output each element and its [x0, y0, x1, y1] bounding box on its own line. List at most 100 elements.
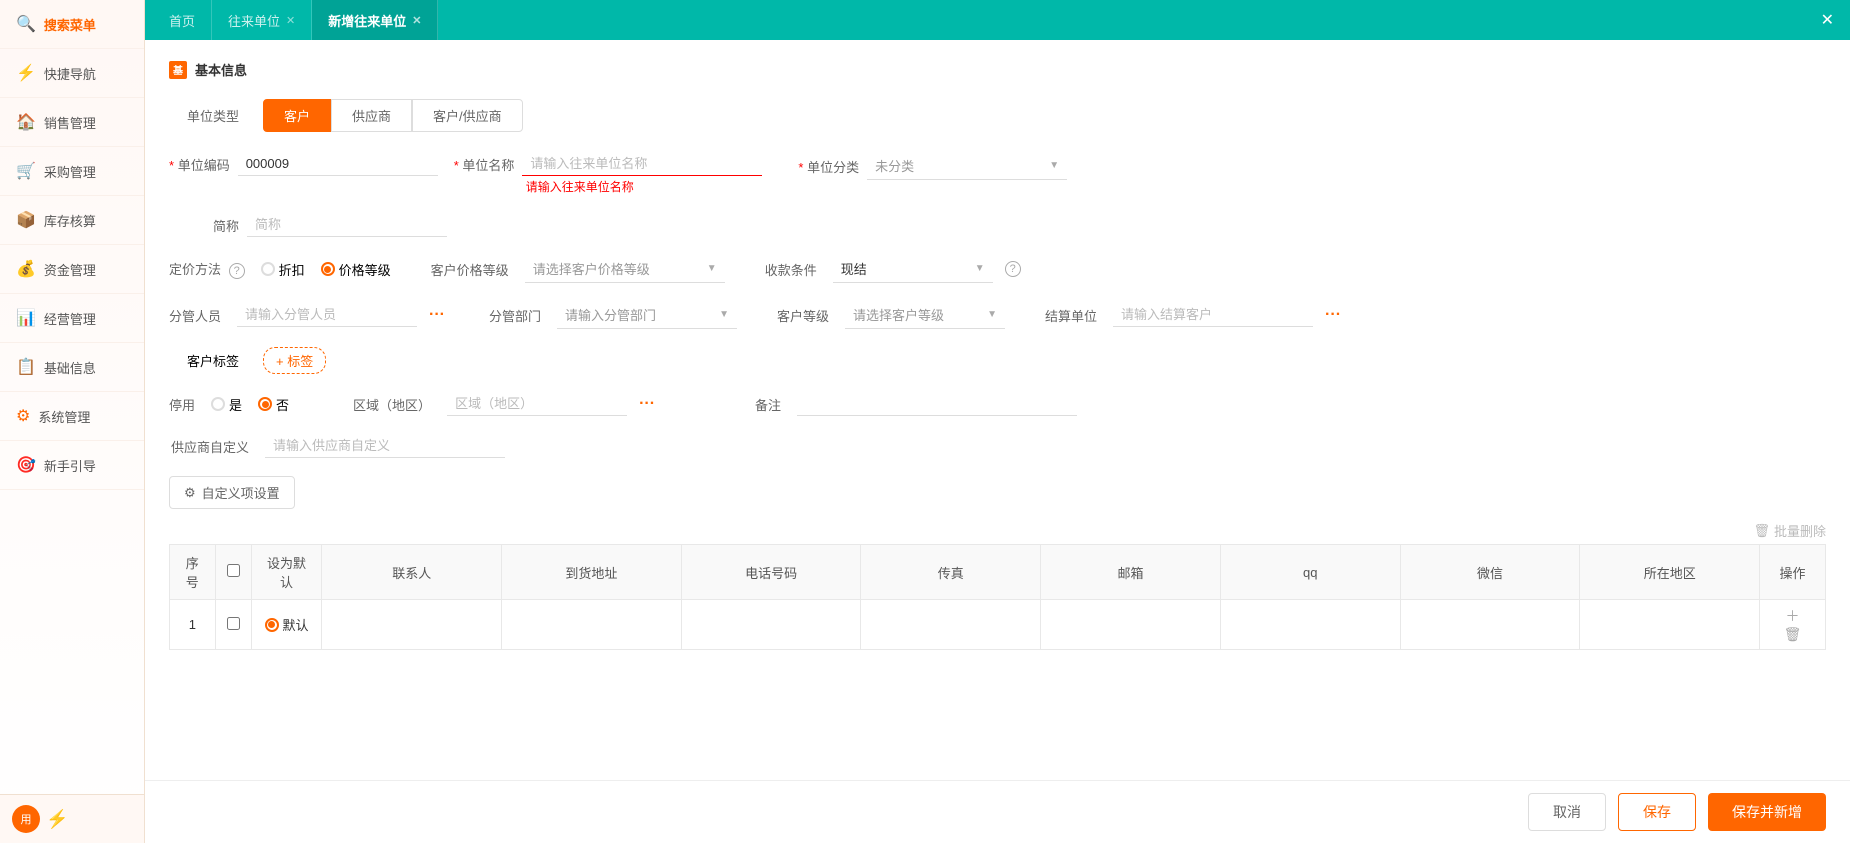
sidebar-item-operations[interactable]: 📊 经营管理	[0, 294, 144, 343]
payment-terms-select[interactable]: 现结 ▼	[833, 255, 993, 283]
sidebar-footer: 用 ⚡	[0, 794, 144, 843]
row-email[interactable]	[1041, 600, 1221, 650]
pricing-level-radio[interactable]: 价格等级	[321, 260, 391, 279]
save-button[interactable]: 保存	[1618, 793, 1696, 831]
add-row-icon[interactable]: ＋	[1786, 608, 1800, 624]
sidebar-item-system[interactable]: ⚙ 系统管理	[0, 392, 144, 441]
row-default-radio[interactable]: 默认	[262, 615, 312, 634]
customer-price-level-select[interactable]: 请选择客户价格等级 ▼	[525, 255, 725, 283]
add-tag-button[interactable]: + 标签	[263, 347, 326, 374]
section-header: 基 基本信息	[169, 60, 1826, 79]
row-default[interactable]: 默认	[251, 600, 322, 650]
disabled-label: 停用	[169, 395, 195, 414]
newbie-icon: 🎯	[16, 455, 36, 475]
pricing-discount-label: 折扣	[279, 260, 305, 279]
sidebar-item-label: 快捷导航	[44, 64, 96, 83]
unit-category-label: * 单位分类	[798, 157, 859, 176]
col-address: 到货地址	[502, 545, 682, 600]
col-default: 设为默认	[251, 545, 322, 600]
wechat-input[interactable]	[1411, 617, 1570, 632]
row-fax[interactable]	[861, 600, 1041, 650]
tab-new-partner[interactable]: 新增往来单位 ✕	[312, 0, 438, 40]
notes-label: 备注	[755, 395, 781, 414]
unit-type-both-btn[interactable]: 客户/供应商	[412, 99, 523, 132]
table-section: 🗑 批量删除 序号 设为默认 联系人 到货地址 电话号码 传真 邮箱 qq	[169, 521, 1826, 650]
row-checkbox[interactable]	[215, 600, 251, 650]
chevron-down-icon: ▼	[719, 309, 729, 320]
customer-price-level-field: 客户价格等级 请选择客户价格等级 ▼	[431, 255, 725, 283]
fax-input[interactable]	[871, 617, 1030, 632]
manager-more-btn[interactable]: ···	[425, 306, 449, 324]
notes-input[interactable]	[797, 392, 1077, 416]
row-checkbox-input[interactable]	[227, 617, 240, 630]
delete-row-icon[interactable]: 🗑	[1784, 626, 1802, 642]
manager-input[interactable]	[237, 303, 417, 327]
sidebar-item-sales[interactable]: 🏠 销售管理	[0, 98, 144, 147]
radio-inner	[268, 621, 275, 628]
pricing-method-field: 定价方法 ? 折扣 价格等级	[169, 259, 391, 279]
sidebar-item-purchase[interactable]: 🛒 采购管理	[0, 147, 144, 196]
tab-new-partner-close[interactable]: ✕	[412, 14, 421, 27]
settlement-unit-input[interactable]	[1113, 303, 1313, 327]
batch-delete-bar: 🗑 批量删除	[169, 521, 1826, 540]
department-label: 分管部门	[489, 306, 541, 325]
select-all-checkbox[interactable]	[227, 564, 240, 577]
quicknav-icon: ⚡	[16, 63, 36, 83]
email-input[interactable]	[1051, 617, 1210, 632]
row-wechat[interactable]	[1400, 600, 1580, 650]
col-area: 所在地区	[1580, 545, 1760, 600]
pricing-discount-radio[interactable]: 折扣	[261, 260, 305, 279]
unit-type-customer-btn[interactable]: 客户	[263, 99, 331, 132]
sidebar-item-finance[interactable]: 💰 资金管理	[0, 245, 144, 294]
contact-table: 序号 设为默认 联系人 到货地址 电话号码 传真 邮箱 qq 微信 所在地区 操…	[169, 544, 1826, 650]
payment-help-icon[interactable]: ?	[1005, 261, 1021, 277]
row-contact[interactable]	[322, 600, 502, 650]
save-and-new-button[interactable]: 保存并新增	[1708, 793, 1826, 831]
pricing-help-icon[interactable]: ?	[229, 263, 245, 279]
department-select[interactable]: 请输入分管部门 ▼	[557, 301, 737, 329]
customer-price-level-label: 客户价格等级	[431, 260, 509, 279]
contact-input[interactable]	[332, 617, 491, 632]
region-input[interactable]	[447, 392, 627, 416]
customer-level-select[interactable]: 请选择客户等级 ▼	[845, 301, 1005, 329]
qq-input[interactable]	[1231, 617, 1390, 632]
sidebar-item-basic[interactable]: 📋 基础信息	[0, 343, 144, 392]
cancel-button[interactable]: 取消	[1528, 793, 1606, 831]
manager-field: 分管人员 ···	[169, 303, 449, 327]
customer-price-level-placeholder: 请选择客户价格等级	[533, 259, 703, 278]
address-input[interactable]	[512, 617, 671, 632]
disabled-no-radio[interactable]: 否	[258, 395, 289, 414]
sidebar-item-label: 经营管理	[44, 309, 96, 328]
row-address[interactable]	[502, 600, 682, 650]
row-phone[interactable]	[681, 600, 861, 650]
phone-input[interactable]	[692, 617, 851, 632]
department-field: 分管部门 请输入分管部门 ▼	[489, 301, 737, 329]
tab-partners[interactable]: 往来单位 ✕	[212, 0, 312, 40]
supplier-custom-input[interactable]	[265, 434, 505, 458]
unit-category-value: 未分类	[875, 156, 1045, 175]
sidebar-item-quicknav[interactable]: ⚡ 快捷导航	[0, 49, 144, 98]
unit-name-input[interactable]	[522, 152, 762, 176]
disabled-yes-radio[interactable]: 是	[211, 395, 242, 414]
custom-settings-button[interactable]: ⚙ 自定义项设置	[169, 476, 295, 509]
chevron-down-icon: ▼	[1049, 160, 1059, 171]
row-qq[interactable]	[1220, 600, 1400, 650]
unit-code-field: * 单位编码	[169, 152, 438, 176]
col-phone: 电话号码	[681, 545, 861, 600]
col-fax: 传真	[861, 545, 1041, 600]
disabled-region-row: 停用 是 否 区域（地区）	[169, 392, 1826, 416]
tab-home[interactable]: 首页	[153, 0, 212, 40]
unit-type-supplier-btn[interactable]: 供应商	[331, 99, 412, 132]
unit-category-select[interactable]: 未分类 ▼	[867, 152, 1067, 180]
settlement-more-btn[interactable]: ···	[1321, 306, 1345, 324]
area-input[interactable]	[1590, 617, 1749, 632]
row-area[interactable]	[1580, 600, 1760, 650]
sidebar-item-search[interactable]: 🔍 搜索菜单	[0, 0, 144, 49]
short-name-input[interactable]	[247, 213, 447, 237]
window-close-button[interactable]: ✕	[1813, 10, 1842, 30]
region-more-btn[interactable]: ···	[635, 395, 659, 413]
sidebar-item-inventory[interactable]: 📦 库存核算	[0, 196, 144, 245]
tab-partners-close[interactable]: ✕	[286, 14, 295, 27]
unit-code-input[interactable]	[238, 152, 438, 176]
sidebar-item-newbie[interactable]: 🎯 新手引导	[0, 441, 144, 490]
